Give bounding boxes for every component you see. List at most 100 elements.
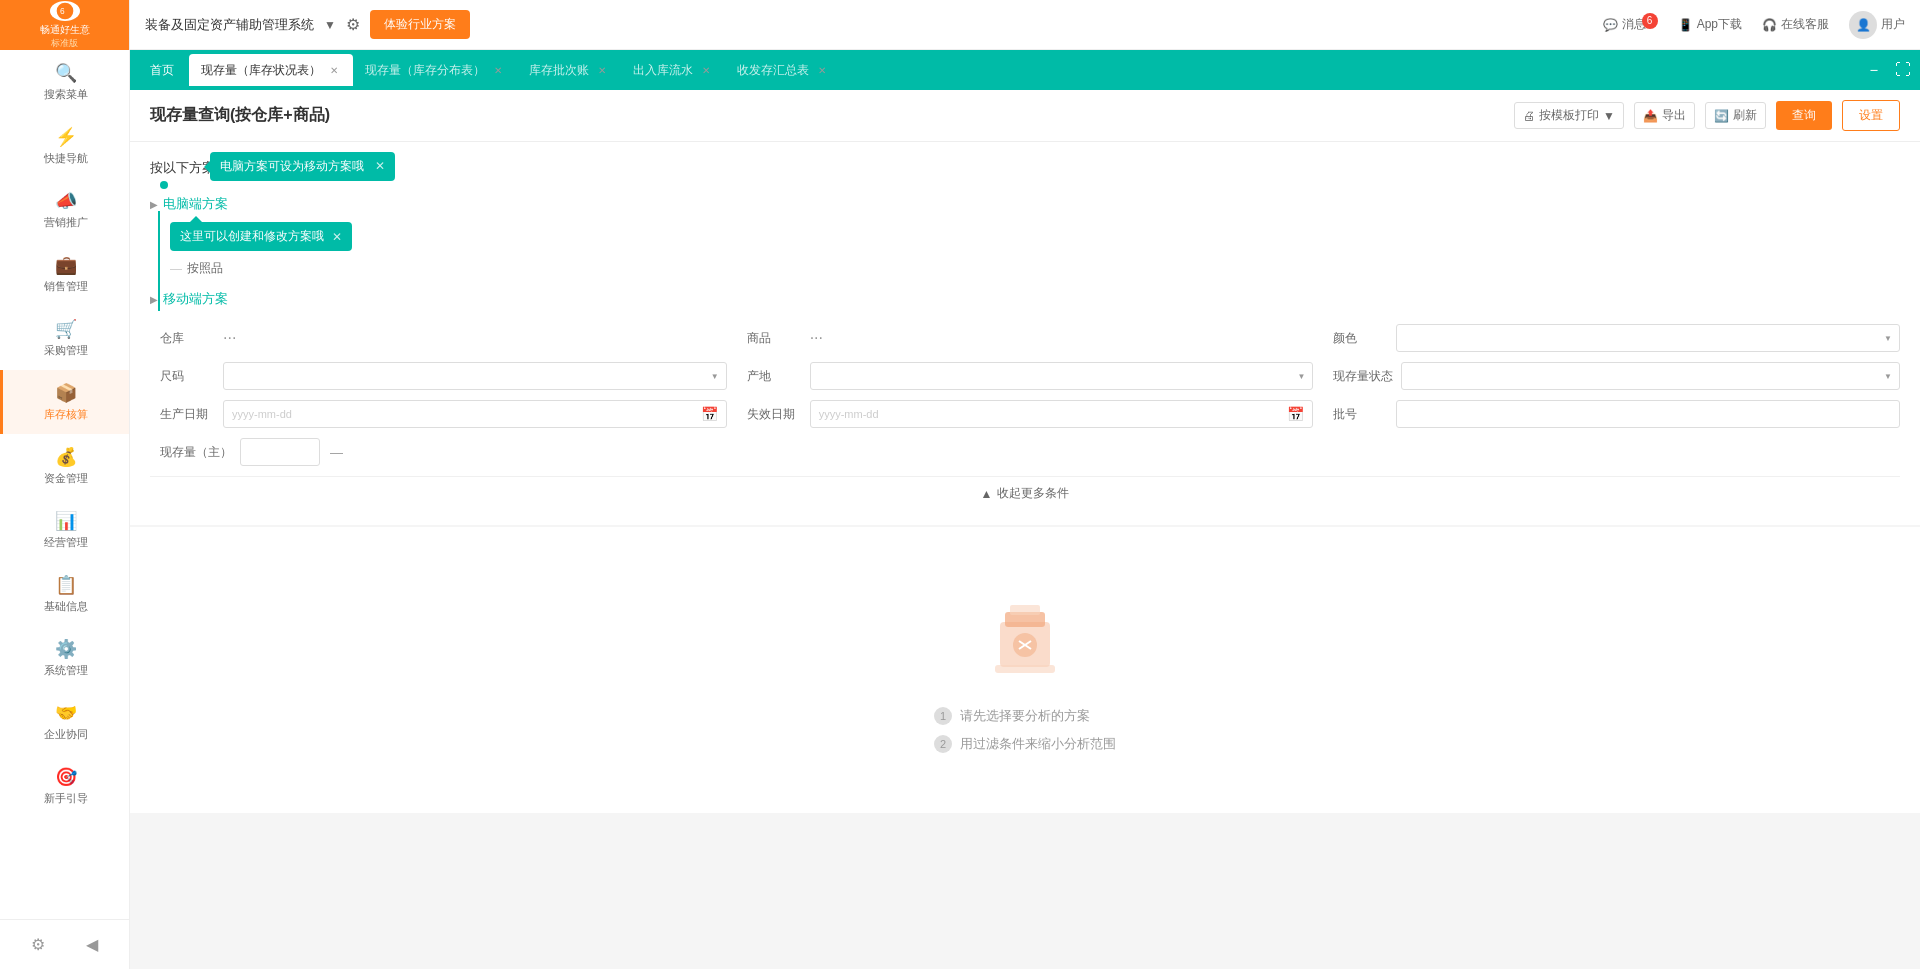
tab-minimize-btn[interactable]: － <box>1862 56 1886 85</box>
batch-input[interactable] <box>1396 400 1900 428</box>
collapse-sidebar-btn[interactable]: ◀ <box>81 930 103 959</box>
tab-inventory-dist[interactable]: 现存量（库存分布表） ✕ <box>353 54 517 86</box>
query-btn[interactable]: 查询 <box>1776 101 1832 130</box>
sidebar-item-label: 库存核算 <box>44 407 88 422</box>
print-template-btn[interactable]: 🖨 按模板打印 ▼ <box>1514 102 1624 129</box>
tree-item-mobile[interactable]: ▶ 移动端方案 <box>150 286 1900 312</box>
sidebar-item-nav[interactable]: ⚡ 快捷导航 <box>0 114 129 178</box>
sidebar-item-basic[interactable]: 📋 基础信息 <box>0 562 129 626</box>
sidebar-item-finance[interactable]: 💰 资金管理 <box>0 434 129 498</box>
tree-item-desktop[interactable]: ▶ 电脑端方案 <box>150 191 1900 217</box>
tab-close-btn[interactable]: ✕ <box>595 63 609 77</box>
tree-desktop-label: 电脑端方案 <box>163 195 228 213</box>
collapse-more-btn[interactable]: ▲ 收起更多条件 <box>150 476 1900 510</box>
settings-page-btn[interactable]: 设置 <box>1842 100 1900 131</box>
filter-section: 按以下方案查询 + ✎ « 电脑方案可设为移动方案哦 ✕ ▶ 电脑端方案 <box>130 142 1920 525</box>
message-icon: 💬 <box>1603 18 1618 32</box>
headset-icon: 🎧 <box>1762 18 1777 32</box>
sidebar-item-inventory[interactable]: 📦 库存核算 <box>0 370 129 434</box>
tab-in-out-flow[interactable]: 出入库流水 ✕ <box>621 54 725 86</box>
refresh-btn[interactable]: 🔄 刷新 <box>1705 102 1766 129</box>
settings-bottom-btn[interactable]: ⚙ <box>26 930 50 959</box>
system-dropdown[interactable]: ▼ <box>324 18 336 32</box>
sidebar-footer: ⚙ ◀ <box>0 919 129 969</box>
size-select[interactable] <box>223 362 727 390</box>
svg-point-0 <box>56 2 73 19</box>
app-download-label: App下载 <box>1697 16 1742 33</box>
nav-icon: ⚡ <box>55 126 77 148</box>
sidebar-item-purchase[interactable]: 🛒 采购管理 <box>0 306 129 370</box>
filter-row-inv-main: 现存量（主） — <box>160 438 727 466</box>
page-title: 现存量查询(按仓库+商品) <box>150 105 330 126</box>
home-tab-label: 首页 <box>150 62 174 79</box>
tab-bar: 首页 现存量（库存状况表） ✕ 现存量（库存分布表） ✕ 库存批次账 ✕ 出入库… <box>130 50 1920 90</box>
tab-maximize-btn[interactable]: ⛶ <box>1891 57 1915 83</box>
tab-close-btn[interactable]: ✕ <box>699 63 713 77</box>
step-num-1: 1 <box>934 707 952 725</box>
refresh-label: 刷新 <box>1733 107 1757 124</box>
tab-inventory-status[interactable]: 现存量（库存状况表） ✕ <box>189 54 353 86</box>
exp-date-placeholder: yyyy-mm-dd <box>819 408 879 420</box>
prod-date-placeholder: yyyy-mm-dd <box>232 408 292 420</box>
tab-summary[interactable]: 收发存汇总表 ✕ <box>725 54 841 86</box>
exp-date-input[interactable]: yyyy-mm-dd 📅 <box>810 400 1314 428</box>
empty-steps: 1 请先选择要分析的方案 2 用过滤条件来缩小分析范围 <box>934 707 1116 753</box>
user-item[interactable]: 👤 用户 <box>1849 11 1905 39</box>
app-download-item[interactable]: 📱 App下载 <box>1678 16 1742 33</box>
origin-select-wrap <box>810 362 1314 390</box>
export-btn[interactable]: 📤 导出 <box>1634 102 1695 129</box>
tab-home[interactable]: 首页 <box>135 54 189 86</box>
prod-date-from[interactable]: yyyy-mm-dd 📅 <box>223 400 727 428</box>
range-sep: — <box>330 445 343 460</box>
color-label: 颜色 <box>1333 330 1388 347</box>
tooltip-create: 这里可以创建和修改方案哦 ✕ <box>170 222 352 251</box>
sidebar-item-search[interactable]: 🔍 搜索菜单 <box>0 50 129 114</box>
filter-tree: ▶ 电脑端方案 这里可以创建和修改方案哦 ✕ — 按照品 ▶ 移动端方案 <box>150 191 1900 312</box>
empty-step-2: 2 用过滤条件来缩小分析范围 <box>934 735 1116 753</box>
sidebar-item-sales[interactable]: 💼 销售管理 <box>0 242 129 306</box>
inv-status-select[interactable] <box>1401 362 1900 390</box>
operations-icon: 📊 <box>55 510 77 532</box>
experience-button[interactable]: 体验行业方案 <box>370 10 470 39</box>
empty-step-1: 1 请先选择要分析的方案 <box>934 707 1116 725</box>
goods-dots[interactable]: ··· <box>810 329 823 347</box>
filter-row-prod-date: 生产日期 yyyy-mm-dd 📅 <box>160 400 727 428</box>
header-settings-btn[interactable]: ⚙ <box>346 15 360 34</box>
sidebar-item-marketing[interactable]: 📣 营销推广 <box>0 178 129 242</box>
tab-label: 库存批次账 <box>529 62 589 79</box>
print-icon: 🖨 <box>1523 109 1535 123</box>
tree-child-warehouse[interactable]: — 按照品 <box>150 256 1900 281</box>
bullet-icon: — <box>170 262 182 276</box>
tab-close-btn[interactable]: ✕ <box>327 63 341 77</box>
guide-icon: 🎯 <box>55 766 77 788</box>
message-item[interactable]: 💬 消息 6 <box>1603 16 1658 33</box>
origin-select[interactable] <box>810 362 1314 390</box>
tab-close-btn[interactable]: ✕ <box>815 63 829 77</box>
online-support-item[interactable]: 🎧 在线客服 <box>1762 16 1829 33</box>
inv-status-select-wrap <box>1401 362 1900 390</box>
svg-text:6: 6 <box>60 6 65 16</box>
sales-icon: 💼 <box>55 254 77 276</box>
sidebar-item-system[interactable]: ⚙️ 系统管理 <box>0 626 129 690</box>
tab-batch-account[interactable]: 库存批次账 ✕ <box>517 54 621 86</box>
calendar-icon: 📅 <box>701 406 718 422</box>
filter-row-exp-date: 失效日期 yyyy-mm-dd 📅 <box>747 400 1314 428</box>
filter-row-size: 尺码 <box>160 362 727 390</box>
phone-icon: 📱 <box>1678 18 1693 32</box>
tooltip2-close-btn[interactable]: ✕ <box>332 230 342 244</box>
sidebar-item-enterprise[interactable]: 🤝 企业协同 <box>0 690 129 754</box>
sidebar-item-operations[interactable]: 📊 经营管理 <box>0 498 129 562</box>
system-icon: ⚙️ <box>55 638 77 660</box>
tab-close-btn[interactable]: ✕ <box>491 63 505 77</box>
color-select[interactable] <box>1396 324 1900 352</box>
sidebar-item-guide[interactable]: 🎯 新手引导 <box>0 754 129 818</box>
finance-icon: 💰 <box>55 446 77 468</box>
inv-main-from[interactable] <box>240 438 320 466</box>
sidebar-item-label: 营销推广 <box>44 215 88 230</box>
sidebar: 6 畅通好生意 标准版 🔍 搜索菜单 ⚡ 快捷导航 📣 营销推广 💼 销售管理 … <box>0 0 130 969</box>
warehouse-dots[interactable]: ··· <box>223 329 236 347</box>
tooltip-scheme: 电脑方案可设为移动方案哦 ✕ <box>210 152 395 181</box>
tooltip-close-btn[interactable]: ✕ <box>375 159 385 173</box>
page-header: 现存量查询(按仓库+商品) 🖨 按模板打印 ▼ 📤 导出 🔄 刷新 查询 设置 <box>130 90 1920 142</box>
size-select-wrap <box>223 362 727 390</box>
